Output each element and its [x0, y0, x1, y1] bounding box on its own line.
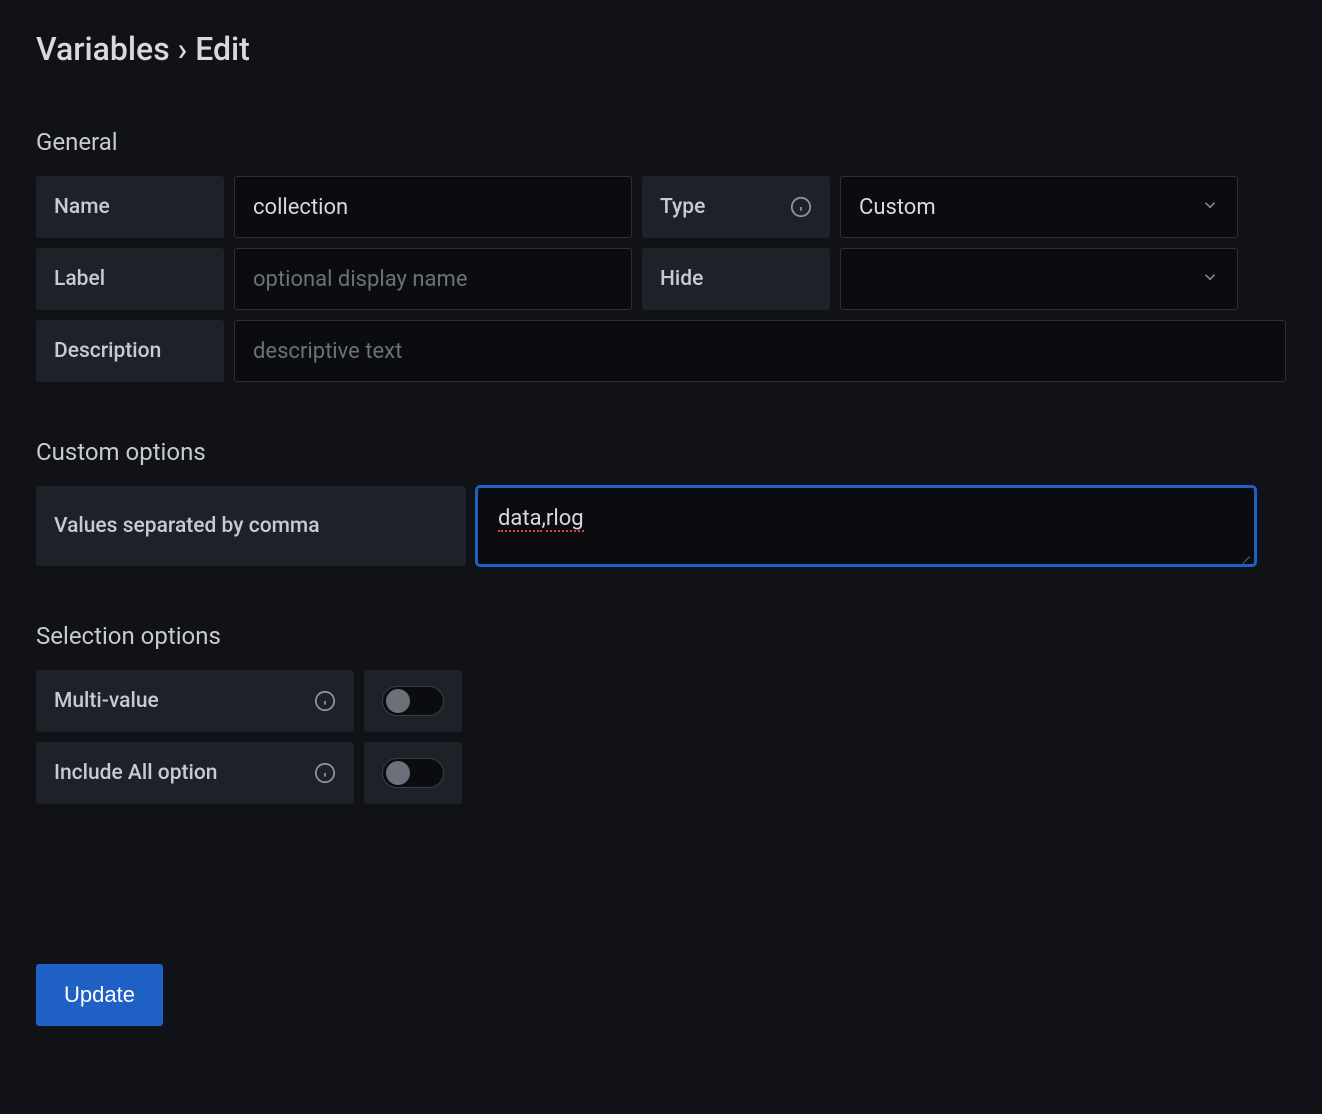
hide-label-text: Hide [660, 267, 703, 291]
include-all-label: Include All option [36, 742, 354, 804]
breadcrumb-separator: › [178, 30, 188, 68]
chevron-down-icon [1201, 267, 1219, 292]
values-label: Values separated by comma [36, 486, 466, 566]
description-label: Description [36, 320, 224, 382]
type-select[interactable]: Custom [840, 176, 1238, 238]
description-input-container [234, 320, 1286, 382]
values-textarea-container[interactable]: data,rlog [476, 486, 1256, 566]
name-label: Name [36, 176, 224, 238]
chevron-down-icon [1201, 195, 1219, 220]
multi-value-toggle-wrap [364, 670, 462, 732]
breadcrumb-current: Edit [195, 30, 250, 68]
hide-select[interactable] [840, 248, 1238, 310]
breadcrumb: Variables › Edit [36, 30, 1286, 68]
type-select-value: Custom [859, 195, 936, 220]
toggle-knob [386, 689, 410, 713]
multi-value-toggle[interactable] [382, 686, 444, 716]
type-label-text: Type [660, 195, 705, 219]
toggle-knob [386, 761, 410, 785]
description-input[interactable] [253, 339, 1267, 364]
resize-handle-icon[interactable] [1238, 548, 1250, 560]
multi-value-label: Multi-value [36, 670, 354, 732]
label-input[interactable] [253, 267, 613, 292]
label-label: Label [36, 248, 224, 310]
multi-value-label-text: Multi-value [54, 689, 159, 713]
label-input-container [234, 248, 632, 310]
section-title-selection-options: Selection options [36, 622, 1286, 650]
info-icon[interactable] [790, 196, 812, 218]
info-icon[interactable] [314, 762, 336, 784]
update-button[interactable]: Update [36, 964, 163, 1026]
include-all-toggle-wrap [364, 742, 462, 804]
breadcrumb-parent[interactable]: Variables [36, 30, 170, 68]
section-title-general: General [36, 128, 1286, 156]
include-all-label-text: Include All option [54, 761, 217, 785]
values-part2: rlog [546, 508, 584, 532]
hide-label: Hide [642, 248, 830, 310]
section-title-custom-options: Custom options [36, 438, 1286, 466]
values-textarea-content: data,rlog [498, 506, 584, 532]
name-input[interactable] [253, 195, 613, 220]
include-all-toggle[interactable] [382, 758, 444, 788]
values-part1: data [498, 508, 542, 532]
name-input-container [234, 176, 632, 238]
values-sep: , [542, 506, 546, 531]
info-icon[interactable] [314, 690, 336, 712]
type-label: Type [642, 176, 830, 238]
